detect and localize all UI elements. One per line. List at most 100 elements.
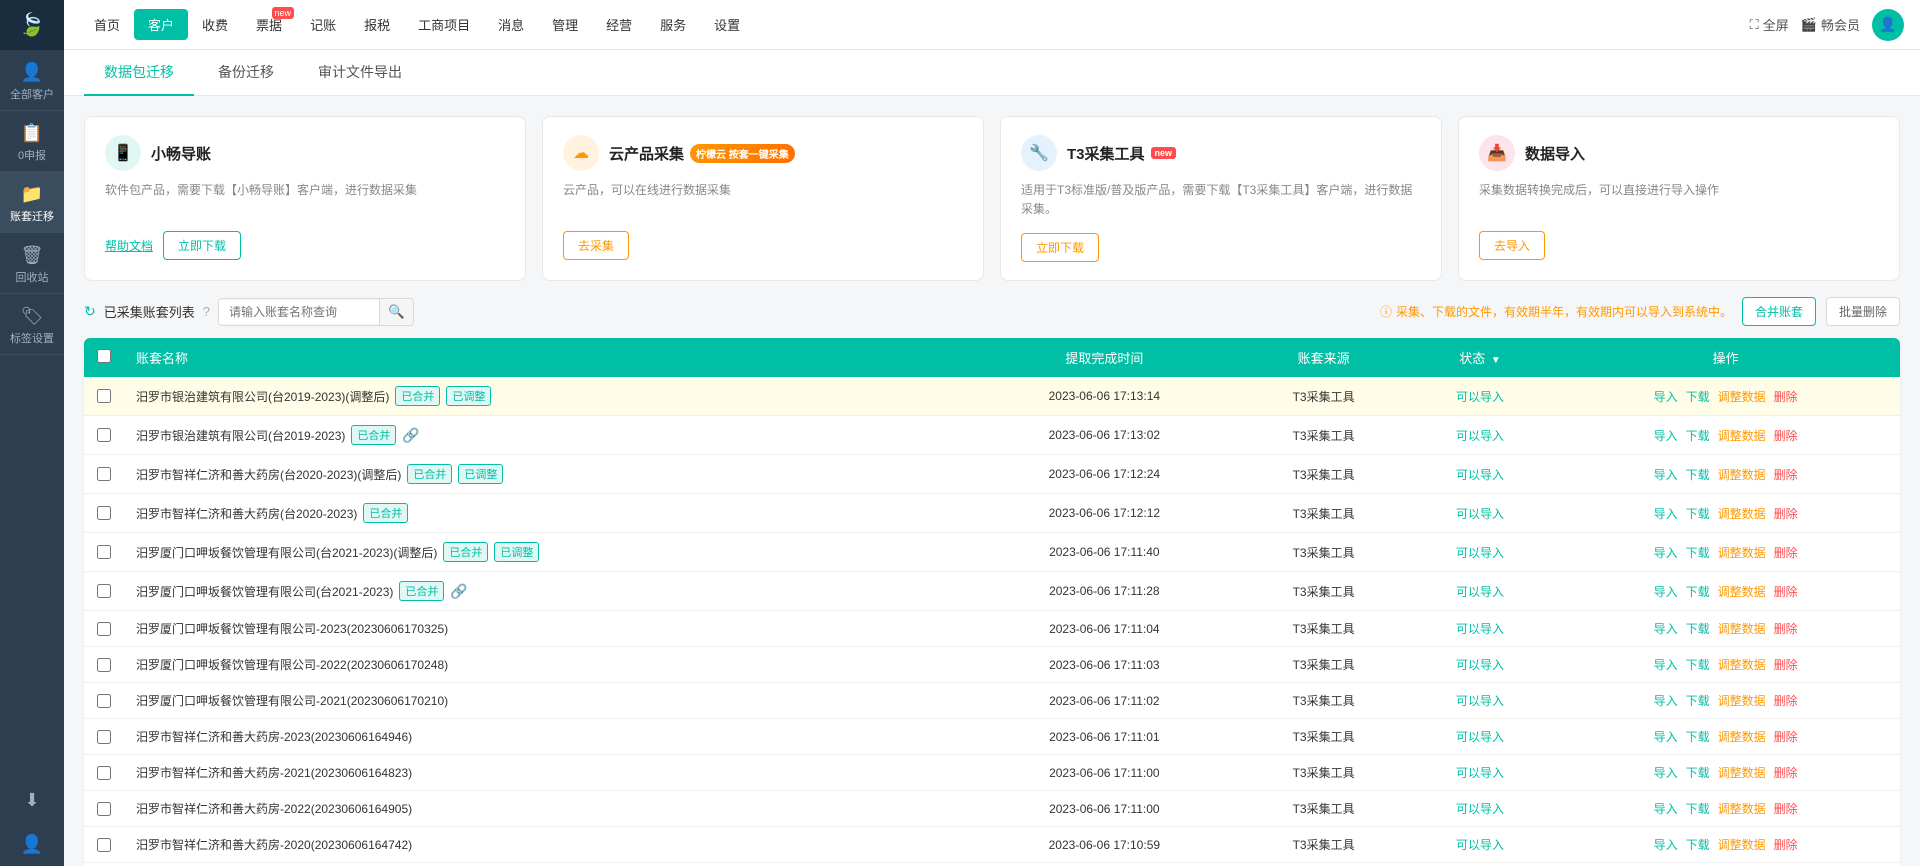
member-btn[interactable]: 🎬 畅会员 <box>1801 15 1860 34</box>
select-all-checkbox[interactable] <box>97 349 111 363</box>
action-调整数据[interactable]: 调整数据 <box>1718 390 1766 404</box>
fullscreen-btn[interactable]: ⛶ 全屏 <box>1750 15 1789 34</box>
tab-audit-export[interactable]: 审计文件导出 <box>298 50 422 96</box>
nav-fee[interactable]: 收费 <box>188 9 242 40</box>
action-调整数据[interactable]: 调整数据 <box>1718 585 1766 599</box>
action-下载[interactable]: 下载 <box>1686 622 1710 636</box>
action-导入[interactable]: 导入 <box>1654 585 1678 599</box>
row-checkbox[interactable] <box>97 766 111 780</box>
action-导入[interactable]: 导入 <box>1654 390 1678 404</box>
nav-message[interactable]: 消息 <box>484 9 538 40</box>
row-checkbox[interactable] <box>97 389 111 403</box>
row-checkbox[interactable] <box>97 545 111 559</box>
action-调整数据[interactable]: 调整数据 <box>1718 694 1766 708</box>
cloud-collect-btn[interactable]: 去采集 <box>563 231 629 260</box>
help-icon[interactable]: ? <box>203 304 210 319</box>
action-调整数据[interactable]: 调整数据 <box>1718 766 1766 780</box>
action-导入[interactable]: 导入 <box>1654 622 1678 636</box>
action-调整数据[interactable]: 调整数据 <box>1718 730 1766 744</box>
merge-accounts-btn[interactable]: 合并账套 <box>1742 297 1816 326</box>
col-status[interactable]: 状态 ▼ <box>1409 338 1552 377</box>
action-删除[interactable]: 删除 <box>1774 468 1798 482</box>
xchz-download-btn[interactable]: 立即下载 <box>163 231 241 260</box>
action-下载[interactable]: 下载 <box>1686 766 1710 780</box>
sidebar-item-label-settings[interactable]: 🏷 标签设置 <box>0 294 64 355</box>
action-删除[interactable]: 删除 <box>1774 546 1798 560</box>
xchz-help-link[interactable]: 帮助文档 <box>105 237 153 254</box>
sidebar-item-recycle[interactable]: 🗑 回收站 <box>0 233 64 294</box>
action-下载[interactable]: 下载 <box>1686 585 1710 599</box>
action-导入[interactable]: 导入 <box>1654 694 1678 708</box>
action-删除[interactable]: 删除 <box>1774 429 1798 443</box>
action-调整数据[interactable]: 调整数据 <box>1718 622 1766 636</box>
action-删除[interactable]: 删除 <box>1774 730 1798 744</box>
sidebar-download-btn[interactable]: ⬇ <box>0 778 64 822</box>
nav-settings[interactable]: 设置 <box>700 9 754 40</box>
sidebar-user-btn[interactable]: 👤 <box>0 822 64 866</box>
nav-manage[interactable]: 管理 <box>538 9 592 40</box>
action-导入[interactable]: 导入 <box>1654 468 1678 482</box>
action-导入[interactable]: 导入 <box>1654 658 1678 672</box>
action-下载[interactable]: 下载 <box>1686 694 1710 708</box>
action-下载[interactable]: 下载 <box>1686 390 1710 404</box>
action-调整数据[interactable]: 调整数据 <box>1718 429 1766 443</box>
sidebar-item-all-clients[interactable]: 👤 全部客户 <box>0 50 64 111</box>
action-调整数据[interactable]: 调整数据 <box>1718 838 1766 852</box>
refresh-icon[interactable]: ↻ <box>84 303 96 320</box>
row-checkbox[interactable] <box>97 506 111 520</box>
action-调整数据[interactable]: 调整数据 <box>1718 507 1766 521</box>
action-导入[interactable]: 导入 <box>1654 766 1678 780</box>
row-checkbox[interactable] <box>97 622 111 636</box>
action-删除[interactable]: 删除 <box>1774 838 1798 852</box>
row-checkbox[interactable] <box>97 584 111 598</box>
row-checkbox[interactable] <box>97 658 111 672</box>
action-调整数据[interactable]: 调整数据 <box>1718 468 1766 482</box>
import-go-btn[interactable]: 去导入 <box>1479 231 1545 260</box>
action-导入[interactable]: 导入 <box>1654 429 1678 443</box>
nav-operation[interactable]: 经营 <box>592 9 646 40</box>
row-checkbox[interactable] <box>97 467 111 481</box>
sidebar-item-account-migration[interactable]: 📁 账套迁移 <box>0 172 64 233</box>
action-删除[interactable]: 删除 <box>1774 507 1798 521</box>
action-调整数据[interactable]: 调整数据 <box>1718 658 1766 672</box>
action-删除[interactable]: 删除 <box>1774 390 1798 404</box>
nav-business[interactable]: 工商项目 <box>404 9 484 40</box>
action-删除[interactable]: 删除 <box>1774 766 1798 780</box>
nav-client[interactable]: 客户 <box>134 9 188 40</box>
action-删除[interactable]: 删除 <box>1774 658 1798 672</box>
action-导入[interactable]: 导入 <box>1654 546 1678 560</box>
action-下载[interactable]: 下载 <box>1686 507 1710 521</box>
nav-accounting[interactable]: 记账 <box>296 9 350 40</box>
action-导入[interactable]: 导入 <box>1654 507 1678 521</box>
action-删除[interactable]: 删除 <box>1774 802 1798 816</box>
nav-tax[interactable]: 报税 <box>350 9 404 40</box>
row-checkbox[interactable] <box>97 730 111 744</box>
action-下载[interactable]: 下载 <box>1686 429 1710 443</box>
t3-download-btn[interactable]: 立即下载 <box>1021 233 1099 262</box>
row-checkbox[interactable] <box>97 802 111 816</box>
action-删除[interactable]: 删除 <box>1774 694 1798 708</box>
action-下载[interactable]: 下载 <box>1686 802 1710 816</box>
action-导入[interactable]: 导入 <box>1654 838 1678 852</box>
batch-delete-btn[interactable]: 批量删除 <box>1826 297 1900 326</box>
action-下载[interactable]: 下载 <box>1686 838 1710 852</box>
user-avatar[interactable]: 👤 <box>1872 9 1904 41</box>
action-删除[interactable]: 删除 <box>1774 622 1798 636</box>
row-checkbox[interactable] <box>97 694 111 708</box>
nav-invoice[interactable]: 票据 new <box>242 9 296 40</box>
nav-service[interactable]: 服务 <box>646 9 700 40</box>
search-input[interactable] <box>219 300 379 324</box>
search-btn[interactable]: 🔍 <box>379 299 413 325</box>
sidebar-item-zero-report[interactable]: 📋 0申报 <box>0 111 64 172</box>
action-下载[interactable]: 下载 <box>1686 468 1710 482</box>
nav-home[interactable]: 首页 <box>80 9 134 40</box>
action-下载[interactable]: 下载 <box>1686 730 1710 744</box>
action-导入[interactable]: 导入 <box>1654 802 1678 816</box>
row-checkbox[interactable] <box>97 428 111 442</box>
action-下载[interactable]: 下载 <box>1686 546 1710 560</box>
action-下载[interactable]: 下载 <box>1686 658 1710 672</box>
tab-backup-migration[interactable]: 备份迁移 <box>198 50 294 96</box>
action-导入[interactable]: 导入 <box>1654 730 1678 744</box>
action-调整数据[interactable]: 调整数据 <box>1718 546 1766 560</box>
tab-data-migration[interactable]: 数据包迁移 <box>84 50 194 96</box>
